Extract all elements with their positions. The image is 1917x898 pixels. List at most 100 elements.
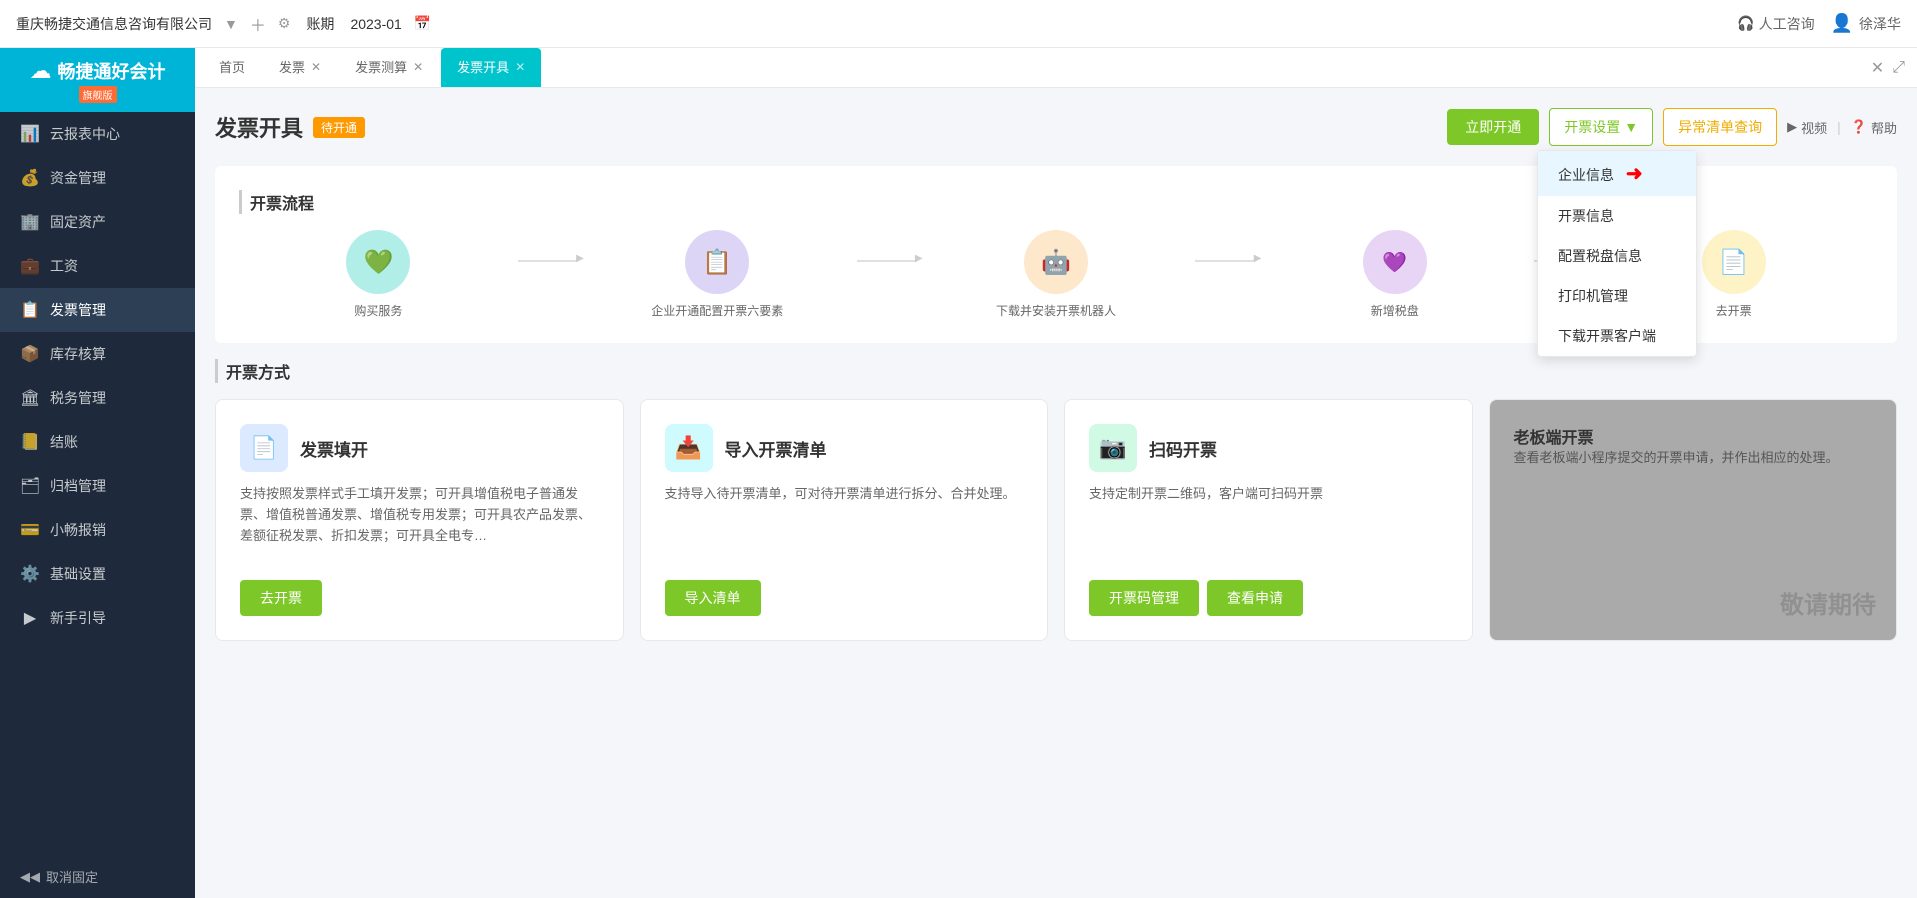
sidebar-item-label: 新手引导 <box>50 608 106 628</box>
dropdown-item-invoice-info[interactable]: 开票信息 <box>1538 196 1696 236</box>
tab-invoice-label: 发票 <box>279 57 305 76</box>
tab-invoice-open-close[interactable]: ✕ <box>515 60 525 74</box>
dropdown-item-label: 配置税盘信息 <box>1558 248 1642 264</box>
dropdown-item-printer[interactable]: 打印机管理 <box>1538 276 1696 316</box>
flow-connector-1 <box>518 260 578 262</box>
user-name: 徐泽华 <box>1859 14 1901 34</box>
scan-view-button[interactable]: 查看申请 <box>1207 580 1303 616</box>
fill-card-header: 📄 发票填开 <box>240 424 599 472</box>
settings-icon[interactable]: ⚙ <box>278 15 291 32</box>
invoice-icon: 📋 <box>20 300 40 320</box>
activate-button[interactable]: 立即开通 <box>1447 109 1539 145</box>
period-label: 账期 <box>306 14 334 34</box>
tab-invoice-calc-close[interactable]: ✕ <box>413 60 423 74</box>
sidebar-item-archive[interactable]: 🗂 归档管理 <box>0 464 195 508</box>
config-enterprise-icon: 📋 <box>685 230 749 294</box>
fund-icon: 💰 <box>20 168 40 188</box>
sidebar-item-cloud-report[interactable]: 📊 云报表中心 <box>0 112 195 156</box>
tab-invoice-calc[interactable]: 发票测算 ✕ <box>339 48 439 87</box>
help-button[interactable]: ❓ 帮助 <box>1851 118 1897 137</box>
scan-invoice-icon: 📷 <box>1089 424 1137 472</box>
abnormal-button[interactable]: 异常清单查询 <box>1663 108 1777 146</box>
sidebar-item-tax[interactable]: 🏛 税务管理 <box>0 376 195 420</box>
scan-card-buttons: 开票码管理 查看申请 <box>1089 580 1448 616</box>
flow-step-add-disk: 💜 新增税盘 <box>1255 230 1534 319</box>
tab-invoice-open-label: 发票开具 <box>457 57 509 76</box>
tab-invoice-calc-label: 发票测算 <box>355 57 407 76</box>
sidebar-item-label: 云报表中心 <box>50 124 120 144</box>
flow-step-download: 🤖 下载并安装开票机器人 <box>917 230 1196 319</box>
sidebar-logo: ☁ 畅捷通好会计 旗舰版 <box>0 48 195 112</box>
tab-fullscreen[interactable]: ⤢ <box>1892 59 1905 77</box>
divider: | <box>1837 119 1841 135</box>
sidebar-item-fixed-assets[interactable]: 🏢 固定资产 <box>0 200 195 244</box>
config-enterprise-label: 企业开通配置开票六要素 <box>651 302 783 319</box>
logo-text: 畅捷通好会计 <box>58 58 166 84</box>
dropdown-icon[interactable]: ▼ <box>224 16 238 32</box>
sidebar-item-guide[interactable]: ▶ 新手引导 <box>0 596 195 640</box>
dropdown-chevron-icon: ▼ <box>1624 119 1638 135</box>
sidebar-item-label: 税务管理 <box>50 388 106 408</box>
header-actions: 立即开通 开票设置 ▼ 企业信息 ➜ 开票信息 <box>1447 108 1897 146</box>
calendar-icon[interactable]: 📅 <box>414 15 431 32</box>
import-invoice-button[interactable]: 导入清单 <box>665 580 761 616</box>
company-name: 重庆畅捷交通信息咨询有限公司 <box>16 14 212 34</box>
dropdown-item-label: 下载开票客户端 <box>1558 328 1656 344</box>
scan-manage-button[interactable]: 开票码管理 <box>1089 580 1199 616</box>
sidebar-item-settings[interactable]: ⚙️ 基础设置 <box>0 552 195 596</box>
consult-label: 人工咨询 <box>1759 14 1815 34</box>
tab-invoice-open[interactable]: 发票开具 ✕ <box>441 48 541 87</box>
period-value: 2023-01 <box>350 16 401 32</box>
fill-invoice-button[interactable]: 去开票 <box>240 580 322 616</box>
sidebar-item-label: 资金管理 <box>50 168 106 188</box>
methods-section: 开票方式 📄 发票填开 支持按照发票样式手工填开发票；可开具增值税电子普通发票、… <box>215 359 1897 641</box>
boss-overlay-badge: 敬请期待 <box>1780 585 1876 620</box>
sidebar-item-expense[interactable]: 💳 小畅报销 <box>0 508 195 552</box>
sidebar-item-label: 结账 <box>50 432 78 452</box>
goto-invoice-icon: 📄 <box>1702 230 1766 294</box>
sidebar-bottom-pin[interactable]: ◀◀ 取消固定 <box>0 855 195 898</box>
download-robot-label: 下载并安装开票机器人 <box>996 302 1116 319</box>
add-icon[interactable]: ＋ <box>250 12 266 36</box>
method-card-import: 📥 导入开票清单 支持导入待开票清单，可对待开票清单进行拆分、合并处理。 导入清… <box>640 399 1049 641</box>
assets-icon: 🏢 <box>20 212 40 232</box>
sidebar-item-label: 库存核算 <box>50 344 106 364</box>
sidebar-item-account[interactable]: 📒 结账 <box>0 420 195 464</box>
video-button[interactable]: ▶ 视频 <box>1787 118 1827 137</box>
main-content: 首页 发票 ✕ 发票测算 ✕ 发票开具 ✕ ✕ ⤢ <box>195 48 1917 898</box>
methods-grid: 📄 发票填开 支持按照发票样式手工填开发票；可开具增值税电子普通发票、增值税普通… <box>215 399 1897 641</box>
status-badge: 待开通 <box>313 117 365 138</box>
tab-home[interactable]: 首页 <box>203 48 261 87</box>
settings-button[interactable]: 开票设置 ▼ <box>1549 108 1653 146</box>
sidebar-item-fund[interactable]: 💰 资金管理 <box>0 156 195 200</box>
flow-connector-3 <box>1195 260 1255 262</box>
scan-invoice-title: 扫码开票 <box>1149 436 1217 461</box>
tab-invoice[interactable]: 发票 ✕ <box>263 48 337 87</box>
import-invoice-title: 导入开票清单 <box>725 436 827 461</box>
import-card-header: 📥 导入开票清单 <box>665 424 1024 472</box>
sidebar-item-label: 发票管理 <box>50 300 106 320</box>
dropdown-item-company-info[interactable]: 企业信息 ➜ <box>1538 151 1696 196</box>
tab-home-label: 首页 <box>219 57 245 76</box>
settings-dropdown: 企业信息 ➜ 开票信息 配置税盘信息 打印机管理 下 <box>1537 150 1697 357</box>
consult-button[interactable]: 🎧 人工咨询 <box>1737 14 1814 34</box>
dropdown-item-download-client[interactable]: 下载开票客户端 <box>1538 316 1696 356</box>
tab-close-all[interactable]: ✕ <box>1871 58 1884 78</box>
sidebar-item-label: 工资 <box>50 256 78 276</box>
video-label: 视频 <box>1801 118 1827 137</box>
import-invoice-icon: 📥 <box>665 424 713 472</box>
settings-button-label: 开票设置 <box>1564 117 1620 137</box>
scan-card-header: 📷 扫码开票 <box>1089 424 1448 472</box>
sidebar-item-invoice[interactable]: 📋 发票管理 <box>0 288 195 332</box>
sidebar-item-inventory[interactable]: 📦 库存核算 <box>0 332 195 376</box>
method-card-scan: 📷 扫码开票 支持定制开票二维码，客户端可扫码开票 开票码管理 查看申请 <box>1064 399 1473 641</box>
tab-invoice-close[interactable]: ✕ <box>311 60 321 74</box>
dropdown-item-tax-disk[interactable]: 配置税盘信息 <box>1538 236 1696 276</box>
sidebar-item-payroll[interactable]: 💼 工资 <box>0 244 195 288</box>
play-icon: ▶ <box>1787 119 1797 135</box>
fill-invoice-desc: 支持按照发票样式手工填开发票；可开具增值税电子普通发票、增值税普通发票、增值税专… <box>240 484 599 564</box>
expense-icon: 💳 <box>20 520 40 540</box>
page-title-area: 发票开具 待开通 <box>215 111 365 143</box>
logo-icon: ☁ <box>30 58 52 84</box>
sidebar: ☁ 畅捷通好会计 旗舰版 📊 云报表中心 💰 资金管理 🏢 固定资产 💼 工资 <box>0 48 195 898</box>
